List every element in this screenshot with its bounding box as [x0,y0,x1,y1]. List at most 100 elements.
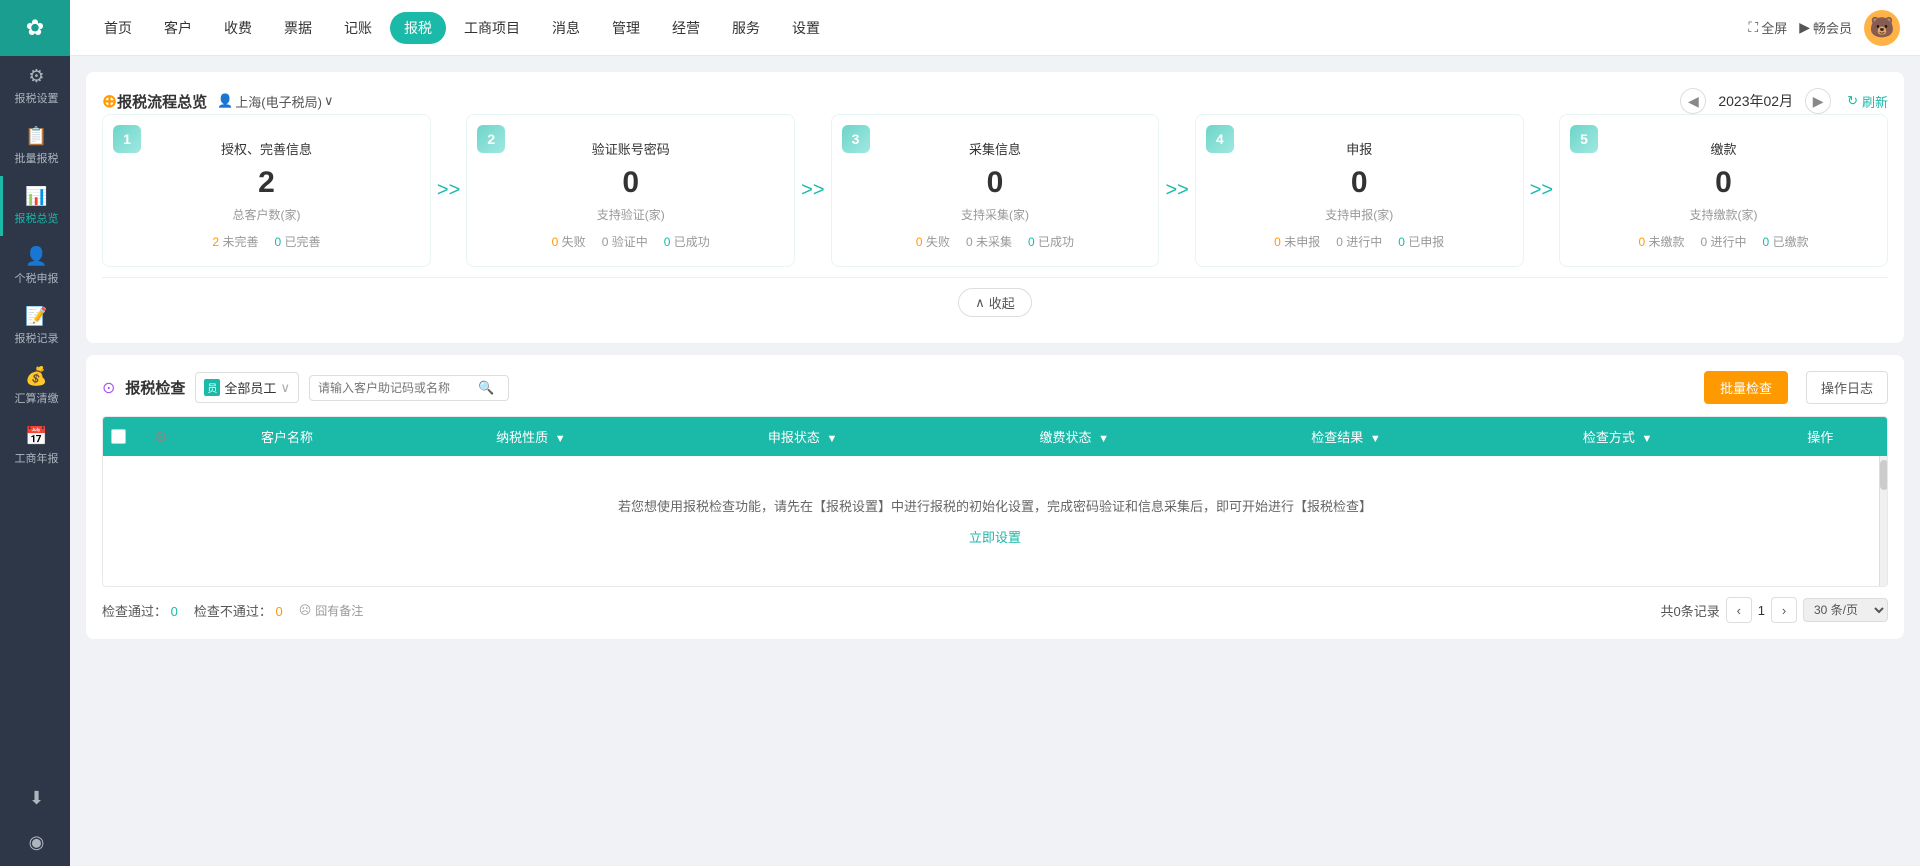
table-footer: 检查通过： 0 检查不通过： 0 ☹ 囧有备注 共0条记录 ‹ 1 › 30 条… [102,587,1888,623]
select-all-checkbox[interactable] [111,429,126,444]
col-pay-status[interactable]: 缴费状态 ▼ [938,417,1210,456]
nav-settings[interactable]: 设置 [778,12,834,44]
nav-tax[interactable]: 报税 [390,12,446,44]
card4-stat-fail[interactable]: 0 未申报 [1274,233,1320,250]
col-report-status[interactable]: 申报状态 ▼ [667,417,939,456]
collapse-button[interactable]: ∧ 收起 [958,288,1032,317]
nav-invoice[interactable]: 票据 [270,12,326,44]
arrow-1: >> [431,114,466,267]
vip-button[interactable]: ▶ 畅会员 [1799,18,1852,37]
overview-title: 报税流程总览 [117,91,207,112]
card5-value: 0 [1576,166,1871,200]
prev-page-button[interactable]: ‹ [1726,597,1752,623]
col-check-method[interactable]: 检查方式 ▼ [1482,417,1754,456]
annual-report-icon: 📅 [25,426,47,447]
pass-count-link[interactable]: 0 [171,604,178,619]
taxcheck-section: ⊙ 报税检查 员 全部员工 ∨ 🔍 批量检查 操作日志 [86,355,1904,639]
location-tag[interactable]: 👤 上海(电子税局) ∨ [217,92,333,111]
card5-stats: 0 未缴款 0 进行中 0 已缴款 [1576,233,1871,250]
download-icon: ⬇ [29,788,44,809]
card5-stat-mid[interactable]: 0 进行中 [1700,233,1746,250]
card3-stat-ok[interactable]: 0 已成功 [1028,233,1074,250]
fullscreen-button[interactable]: ⛶ 全屏 [1748,18,1787,37]
scrollbar-thumb[interactable] [1880,460,1887,490]
sidebar-item-tax-overview[interactable]: 📊 报税总览 [0,176,70,236]
card2-stat-ok[interactable]: 0 已成功 [664,233,710,250]
batch-tax-icon: 📋 [25,126,47,147]
card2-stat-mid[interactable]: 0 验证中 [602,233,648,250]
filter-tax-type-icon[interactable]: ▼ [555,433,566,445]
main-area: 首页 客户 收费 票据 记账 报税 工商项目 消息 管理 经营 服务 设置 ⛶ … [70,0,1920,866]
col-customer-name: 客户名称 [179,417,395,456]
setup-link[interactable]: 立即设置 [969,530,1021,545]
step-5-badge: 5 [1570,125,1598,153]
card3-stat-fail[interactable]: 0 失败 [916,233,950,250]
card1-stat-fail[interactable]: 2 未完善 [212,233,258,250]
nav-message[interactable]: 消息 [538,12,594,44]
search-box: 🔍 [309,375,509,401]
card3-stat-mid[interactable]: 0 未采集 [966,233,1012,250]
card4-title: 申报 [1212,131,1507,158]
per-page-select[interactable]: 30 条/页50 条/页100 条/页 [1803,598,1888,622]
nav-business[interactable]: 工商项目 [450,12,534,44]
nav-management[interactable]: 管理 [598,12,654,44]
nav-client[interactable]: 客户 [150,12,206,44]
scrollbar[interactable] [1879,456,1887,586]
filter-pay-status-icon[interactable]: ▼ [1098,433,1109,445]
next-page-button[interactable]: › [1771,597,1797,623]
card1-value: 2 [119,166,414,200]
sidebar-item-tax-settings[interactable]: ⚙ 报税设置 [0,56,70,116]
operation-log-button[interactable]: 操作日志 [1806,371,1888,404]
table-gear-icon[interactable]: ⚙ [154,429,167,446]
filter-report-status-icon[interactable]: ▼ [826,433,837,445]
col-tax-type[interactable]: 纳税性质 ▼ [395,417,667,456]
staff-select[interactable]: 员 全部员工 ∨ [195,372,299,403]
sidebar-label-tax-settings: 报税设置 [15,90,59,106]
chevron-down-icon: ∨ [324,93,334,109]
taxcheck-title: 报税检查 [125,377,185,398]
filter-check-result-icon[interactable]: ▼ [1370,433,1381,445]
flow-card-2: 2 验证账号密码 0 支持验证(家) 0 失败 0 验证中 [466,114,795,267]
staff-icon: 员 [204,379,220,396]
sidebar-item-settlement[interactable]: 💰 汇算清缴 [0,356,70,416]
sidebar-item-download[interactable]: ⬇ [0,778,70,822]
card4-stat-ok[interactable]: 0 已申报 [1398,233,1444,250]
nav-operation[interactable]: 经营 [658,12,714,44]
avatar[interactable]: 🐻 [1864,10,1900,46]
card1-stat-ok[interactable]: 0 已完善 [274,233,320,250]
tax-settings-icon: ⚙ [28,66,44,87]
overview-section: ⊕ 报税流程总览 👤 上海(电子税局) ∨ ◀ 2023年02月 ▶ ↻ 刷新 [86,72,1904,343]
card5-stat-ok[interactable]: 0 已缴款 [1763,233,1809,250]
sidebar-label-tax-overview: 报税总览 [15,210,59,226]
nav-fee[interactable]: 收费 [210,12,266,44]
prev-month-button[interactable]: ◀ [1680,88,1706,114]
filter-check-method-icon[interactable]: ▼ [1642,433,1653,445]
card4-sub: 支持申报(家) [1212,206,1507,223]
step-4-badge: 4 [1206,125,1234,153]
fail-count-link[interactable]: 0 [276,604,283,619]
sidebar-item-tax-records[interactable]: 📝 报税记录 [0,296,70,356]
batch-check-button[interactable]: 批量检查 [1704,371,1788,404]
sidebar-item-batch-tax[interactable]: 📋 批量报税 [0,116,70,176]
sidebar-label-annual-report: 工商年报 [15,450,59,466]
next-month-button[interactable]: ▶ [1805,88,1831,114]
nav-service[interactable]: 服务 [718,12,774,44]
card4-stat-mid[interactable]: 0 进行中 [1336,233,1382,250]
has-note-indicator: ☹ 囧有备注 [299,602,364,619]
search-icon[interactable]: 🔍 [478,380,494,396]
flow-card-1: 1 授权、完善信息 2 总客户数(家) 2 未完善 0 已完善 [102,114,431,267]
sidebar-item-personal-report[interactable]: 👤 个税申报 [0,236,70,296]
card5-stat-fail[interactable]: 0 未缴款 [1638,233,1684,250]
nav-home[interactable]: 首页 [90,12,146,44]
sidebar-item-annual-report[interactable]: 📅 工商年报 [0,416,70,476]
col-check-result[interactable]: 检查结果 ▼ [1210,417,1482,456]
nav-bookkeeping[interactable]: 记账 [330,12,386,44]
arrow-4: >> [1524,114,1559,267]
card2-stat-fail[interactable]: 0 失败 [552,233,586,250]
pagination: 共0条记录 ‹ 1 › 30 条/页50 条/页100 条/页 [1661,597,1888,623]
search-input[interactable] [318,381,478,395]
content: ⊕ 报税流程总览 👤 上海(电子税局) ∨ ◀ 2023年02月 ▶ ↻ 刷新 [70,56,1920,866]
refresh-button[interactable]: ↻ 刷新 [1847,92,1888,111]
sidebar-item-location[interactable]: ◉ [0,822,70,866]
card3-sub: 支持采集(家) [848,206,1143,223]
